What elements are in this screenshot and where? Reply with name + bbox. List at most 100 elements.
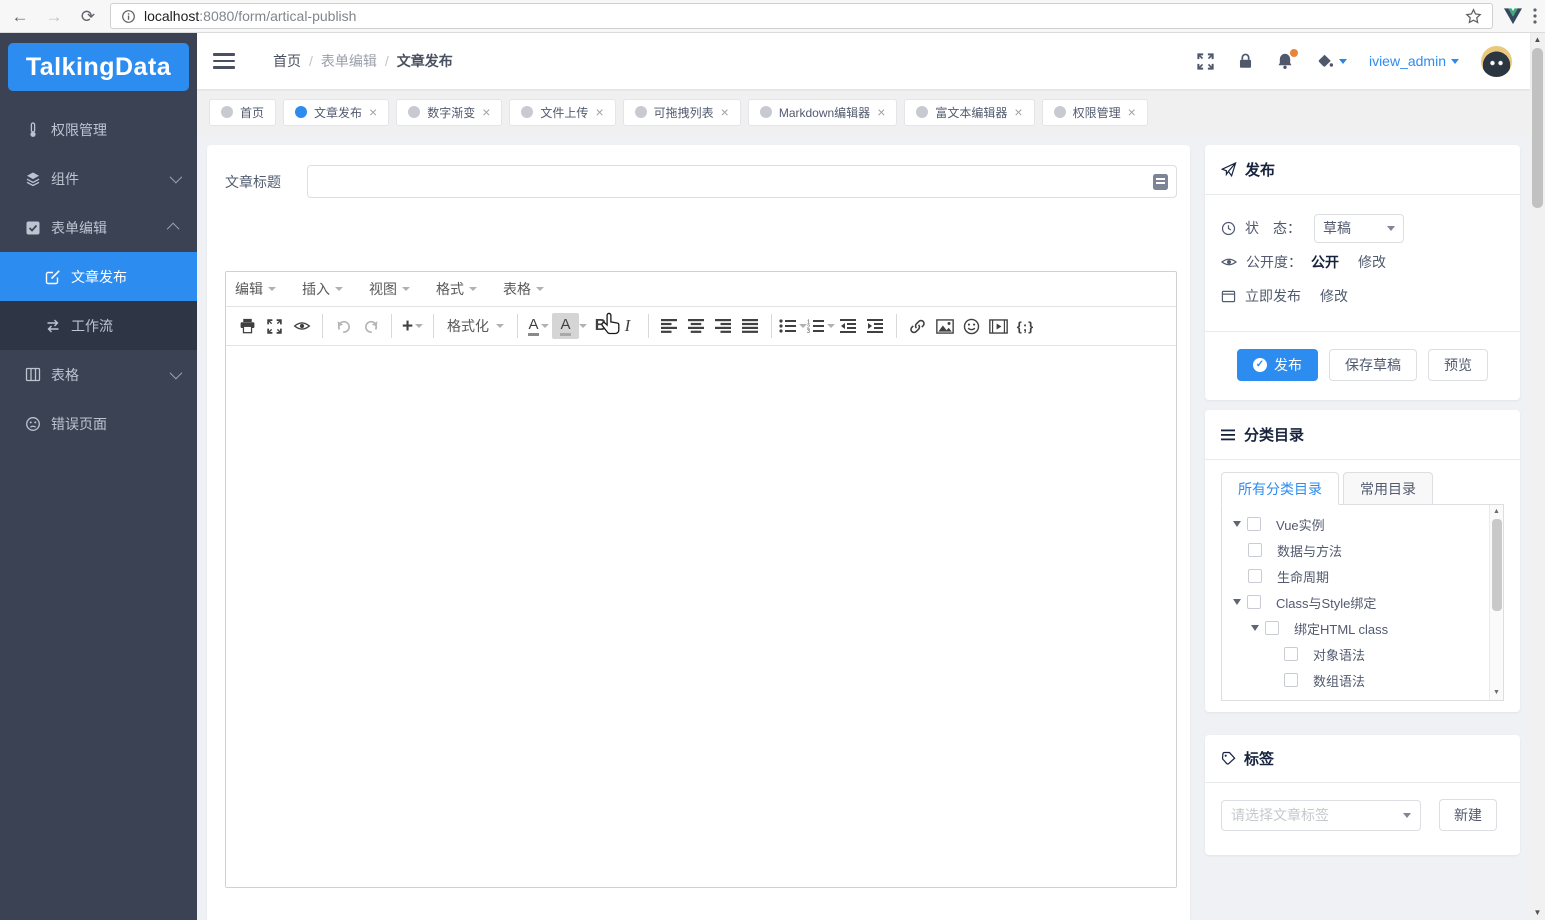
insert-image-icon[interactable] [931,313,958,339]
numbered-list-icon[interactable]: 123 [807,313,835,339]
sidebar-item-workflow[interactable]: 工作流 [0,301,197,350]
notifications-bell-icon[interactable] [1276,49,1298,70]
visibility-modify-link[interactable]: 修改 [1358,252,1386,272]
expander-icon[interactable] [1233,521,1241,527]
close-icon[interactable]: × [1014,105,1022,119]
vue-devtools-icon[interactable] [1503,7,1523,25]
scroll-down-icon[interactable]: ▼ [1530,906,1545,920]
tab-richtext-editor[interactable]: 富文本编辑器 × [904,98,1035,126]
italic-button[interactable]: I [614,313,641,339]
sidebar-item-error-pages[interactable]: 错误页面 [0,399,197,448]
insert-link-icon[interactable] [904,313,931,339]
indent-icon[interactable] [862,313,889,339]
redo-icon[interactable] [357,313,384,339]
menu-insert[interactable]: 插入 [302,279,343,299]
publish-button[interactable]: ✓ 发布 [1237,349,1318,381]
menu-format[interactable]: 格式 [436,279,477,299]
align-justify-icon[interactable] [737,313,764,339]
url-bar[interactable]: localhost:8080/form/artical-publish [110,3,1493,29]
scroll-up-icon[interactable]: ▲ [1490,506,1503,518]
close-icon[interactable]: × [595,105,603,119]
tab-home[interactable]: 首页 [209,98,277,126]
browser-back-button[interactable]: ← [8,8,32,25]
close-icon[interactable]: × [721,105,729,119]
tree-item[interactable]: 数组语法 [1222,667,1503,693]
page-scrollbar-thumb[interactable] [1532,48,1543,208]
menu-table[interactable]: 表格 [503,279,544,299]
tab-common-categories[interactable]: 常用目录 [1343,472,1433,505]
tree-scrollbar-thumb[interactable] [1491,519,1502,611]
highlight-color-button[interactable]: A [552,313,579,339]
expander-icon[interactable] [1233,599,1241,605]
sidebar-item-form-edit[interactable]: 表单编辑 [0,203,197,252]
tree-item[interactable]: Class与Style绑定 [1222,589,1503,615]
sidebar-item-permission[interactable]: 权限管理 [0,105,197,154]
browser-forward-button[interactable]: → [42,8,66,25]
schedule-modify-link[interactable]: 修改 [1320,286,1348,306]
save-draft-button[interactable]: 保存草稿 [1329,349,1417,381]
undo-icon[interactable] [330,313,357,339]
align-left-icon[interactable] [656,313,683,339]
scroll-down-icon[interactable]: ▼ [1490,687,1503,699]
browser-reload-button[interactable]: ⟳ [76,8,100,25]
checkbox[interactable] [1247,517,1261,531]
page-scrollbar[interactable]: ▲ ▼ [1530,33,1545,920]
bold-button[interactable]: B [587,313,614,339]
outdent-icon[interactable] [835,313,862,339]
print-icon[interactable] [234,313,261,339]
checkbox[interactable] [1284,673,1298,687]
avatar[interactable] [1481,45,1512,77]
code-sample-icon[interactable]: {;} [1012,313,1039,339]
insert-emoji-icon[interactable] [958,313,985,339]
tree-item[interactable]: 数据与方法 [1222,537,1503,563]
preview-eye-icon[interactable] [288,313,315,339]
close-icon[interactable]: × [369,105,377,119]
bookmark-star-icon[interactable] [1465,7,1482,25]
tab-all-categories[interactable]: 所有分类目录 [1221,472,1339,505]
fullscreen-icon[interactable] [1196,52,1215,71]
theme-bucket-icon[interactable] [1316,53,1347,70]
checkbox[interactable] [1284,647,1298,661]
insert-plus-icon[interactable]: + [399,313,426,339]
insert-media-icon[interactable] [985,313,1012,339]
tab-article-publish[interactable]: 文章发布 × [283,98,390,126]
align-right-icon[interactable] [710,313,737,339]
page-info-icon[interactable] [121,9,136,24]
tab-file-upload[interactable]: 文件上传 × [509,98,616,126]
scroll-up-icon[interactable]: ▲ [1530,33,1545,47]
close-icon[interactable]: × [877,105,885,119]
app-logo[interactable]: TalkingData [8,43,189,91]
lock-icon[interactable] [1237,52,1254,70]
tree-item[interactable]: 生命周期 [1222,563,1503,589]
menu-view[interactable]: 视图 [369,279,410,299]
tab-digit-gradient[interactable]: 数字渐变 × [396,98,503,126]
status-select[interactable]: 草稿 [1314,213,1404,243]
breadcrumb-section[interactable]: 表单编辑 [321,51,377,71]
preview-button[interactable]: 预览 [1428,349,1488,381]
close-icon[interactable]: × [482,105,490,119]
tree-item[interactable]: Vue实例 [1222,511,1503,537]
title-input-icon[interactable] [1153,173,1168,190]
close-icon[interactable]: × [1128,105,1136,119]
sidebar-item-components[interactable]: 组件 [0,154,197,203]
menu-edit[interactable]: 编辑 [235,279,276,299]
article-title-input[interactable] [316,173,1153,190]
checkbox[interactable] [1248,569,1262,583]
user-menu[interactable]: iview_admin [1369,53,1459,69]
tree-scrollbar[interactable]: ▲ ▼ [1489,505,1503,700]
formats-dropdown[interactable]: 格式化 [441,313,510,339]
checkbox[interactable] [1248,543,1262,557]
sidebar-item-table[interactable]: 表格 [0,350,197,399]
fullscreen-toggle-icon[interactable] [261,313,288,339]
tree-item[interactable]: 绑定HTML class [1222,615,1503,641]
breadcrumb-home[interactable]: 首页 [273,51,301,71]
tab-markdown-editor[interactable]: Markdown编辑器 × [747,98,898,126]
collapse-menu-icon[interactable] [213,53,235,69]
editor-content-area[interactable] [226,346,1176,887]
checkbox[interactable] [1265,621,1279,635]
browser-menu-icon[interactable] [1533,8,1537,24]
bullet-list-icon[interactable] [779,313,807,339]
text-color-button[interactable]: A [525,313,552,339]
align-center-icon[interactable] [683,313,710,339]
sidebar-item-article-publish[interactable]: 文章发布 [0,252,197,301]
